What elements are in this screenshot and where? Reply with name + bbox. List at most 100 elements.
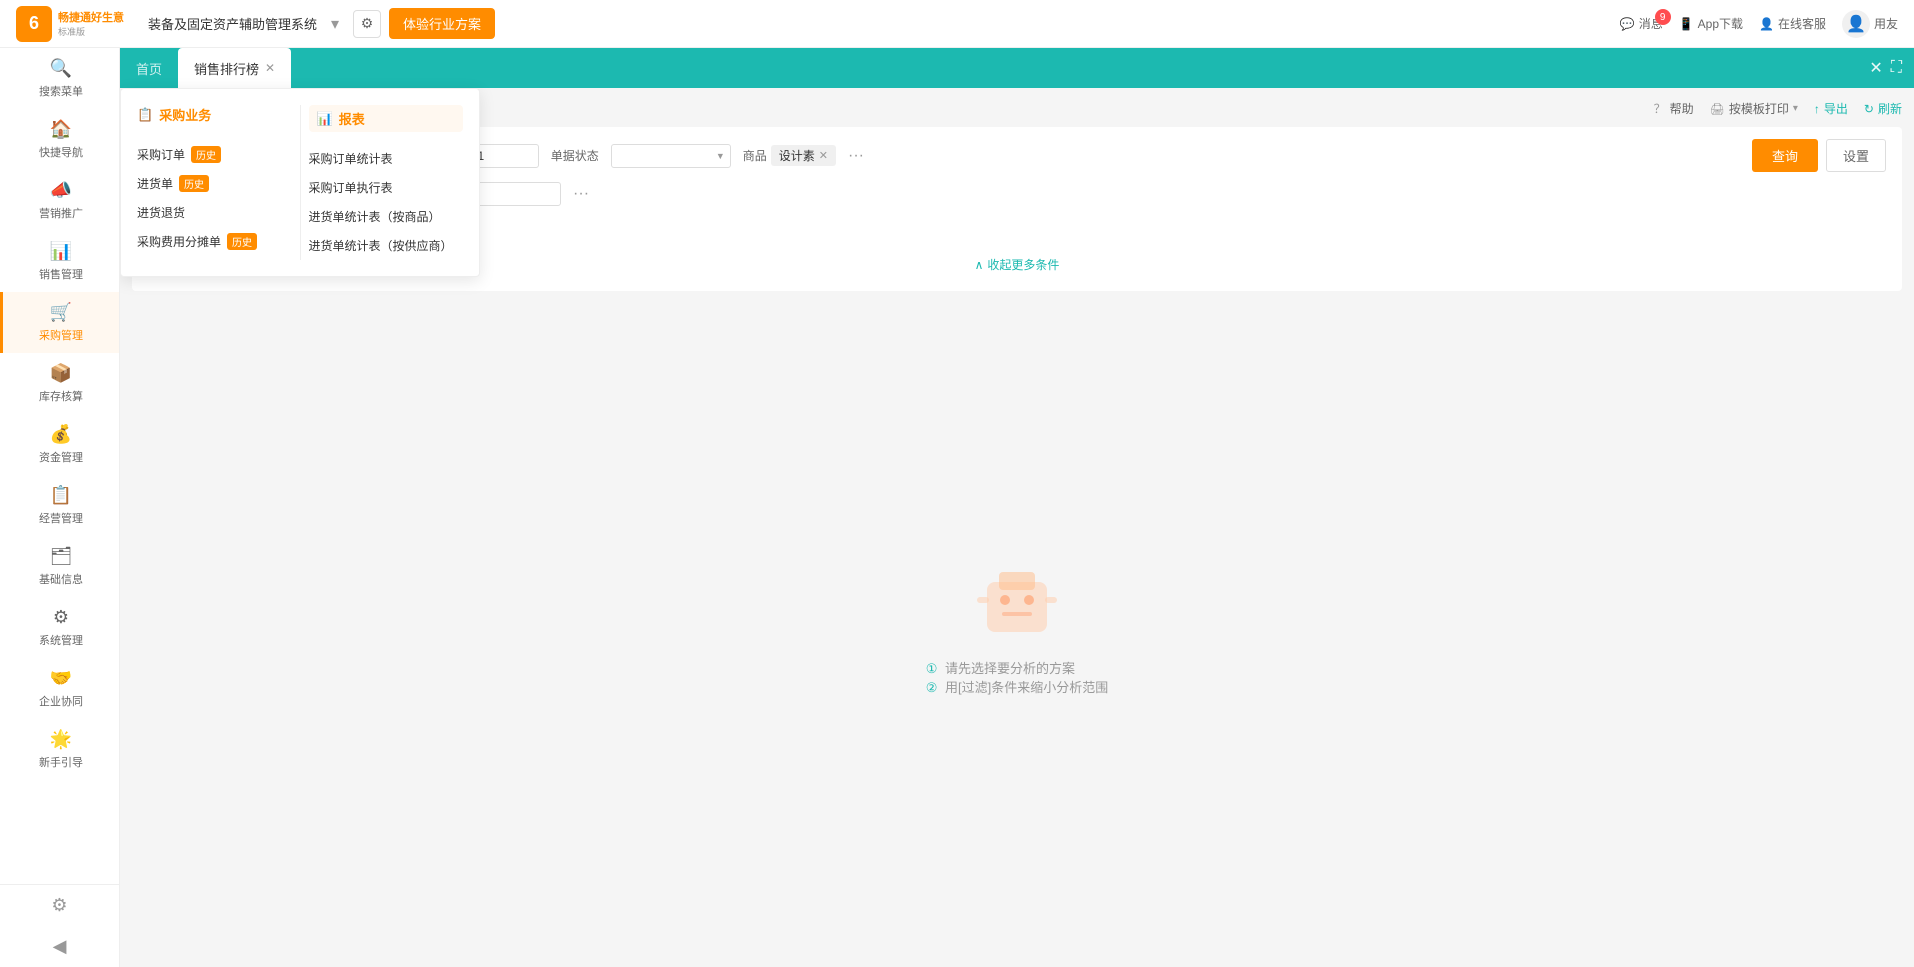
settings-icon-btn[interactable]: ⚙ [353,10,381,38]
basic-icon: 🗂 [50,546,73,567]
sidebar-label-newguide: 新手引导 [39,754,83,770]
sidebar-item-capital[interactable]: 💰 资金管理 [0,414,119,475]
export-icon: ↑ [1814,102,1820,116]
dropdown-item-return[interactable]: 进货退货 [137,198,292,227]
help-btn[interactable]: ？ 帮助 [1654,100,1694,117]
tab-home-label: 首页 [136,59,162,78]
goods-filter-area: 商品 设计素 ✕ [743,145,836,166]
sidebar-label-basic: 基础信息 [39,571,83,587]
home-icon: 🏠 [50,119,72,140]
tab-close-all-btn[interactable]: ✕ [1869,58,1882,78]
print-btn[interactable]: 🖨 按模板打印 ▾ [1710,100,1798,117]
purchase-biz-icon: 📋 [137,107,153,123]
expense-label: 采购费用分摊单 [137,233,221,250]
print-dropdown-icon: ▾ [1793,103,1798,114]
tab-close-icon[interactable]: ✕ [265,61,275,75]
system-title-area: 装备及固定资产辅助管理系统 ▾ ⚙ 体验行业方案 [148,8,1608,39]
empty-hints: ① 请先选择要分析的方案 ② 用[过滤]条件来缩小分析范围 [926,658,1109,696]
logo-icon: 6 [16,6,52,42]
report-label: 报表 [339,109,365,128]
export-btn[interactable]: ↑ 导出 [1814,100,1848,117]
search-icon: 🔍 [50,58,72,79]
sidebar-bottom: ⚙ ◀ [0,884,119,967]
dropdown-divider [300,105,301,260]
collapse-icon: ∧ [975,258,984,272]
tab-home[interactable]: 首页 [120,48,178,88]
dropdown-item-po-detail[interactable]: 采购订单执行表 [309,173,464,202]
logo-text: 畅捷通好生意 标准版 [58,9,124,38]
sidebar-item-system[interactable]: ⚙ 系统管理 [0,597,119,658]
row2-dots[interactable]: ··· [573,185,589,203]
sidebar-item-basic[interactable]: 🗂 基础信息 [0,536,119,597]
sidebar-label-operations: 经营管理 [39,510,83,526]
tab-bar-right: ✕ ⛶ [1869,58,1914,78]
system-dropdown-btn[interactable]: ▾ [325,14,345,34]
marketing-icon: 📣 [50,180,72,201]
sidebar-settings-btn[interactable]: ⚙ [0,885,119,926]
sidebar-item-sales[interactable]: 📊 销售管理 [0,231,119,292]
dropdown-col-report: 📊 报表 采购订单统计表 采购订单执行表 进货单统计表（按商品） 进货单统计表（… [309,105,464,260]
sidebar-item-inventory[interactable]: 📦 库存核算 [0,353,119,414]
content-area: 首页 销售排行榜 ✕ ✕ ⛶ ？ 帮助 🖨 [120,48,1914,967]
status-label: 单据状态 [551,147,599,164]
empty-robot-svg [967,562,1067,642]
settings-small-button[interactable]: 设置 [1826,139,1886,172]
header-right: 💬 消息 9 📱 App下载 👤 在线客服 👤 用友 [1620,10,1898,38]
sidebar-label-purchase: 采购管理 [39,327,83,343]
messages-btn[interactable]: 💬 消息 9 [1620,15,1663,32]
tab-sales-rank[interactable]: 销售排行榜 ✕ [178,48,291,88]
sidebar-label-inventory: 库存核算 [39,388,83,404]
expense-history-tag: 历史 [227,233,257,250]
sales-icon: 📊 [50,241,72,262]
refresh-btn[interactable]: ↻ 刷新 [1864,100,1902,117]
sidebar-item-operations[interactable]: 📋 经营管理 [0,475,119,536]
goods-tag-remove[interactable]: ✕ [819,149,828,162]
po-history-tag: 历史 [191,146,221,163]
sidebar-item-search[interactable]: 🔍 搜索菜单 [0,48,119,109]
action-btns: 查询 设置 [1752,139,1886,172]
status-select-wrap[interactable] [611,144,731,168]
dropdown-col-purchase-title: 📋 采购业务 [137,105,292,128]
goods-tag: 设计素 ✕ [771,145,836,166]
receive-supplier-label: 进货单统计表（按供应商） [309,237,453,254]
po-detail-label: 采购订单执行表 [309,179,393,196]
dropdown-item-po[interactable]: 采购订单 历史 [137,140,292,169]
purchase-icon: 🛒 [50,302,72,323]
row1-dots[interactable]: ··· [848,147,864,165]
phone-icon: 📱 [1679,17,1694,31]
refresh-icon: ↻ [1864,102,1874,116]
sidebar-item-newguide[interactable]: 🌟 新手引导 [0,719,119,780]
return-label: 进货退货 [137,204,185,221]
dropdown-item-expense[interactable]: 采购费用分摊单 历史 [137,227,292,256]
trial-button[interactable]: 体验行业方案 [389,8,495,39]
sidebar-collapse-btn[interactable]: ◀ [0,926,119,967]
sidebar-label-capital: 资金管理 [39,449,83,465]
sidebar-label-search: 搜索菜单 [39,83,83,99]
sidebar-item-cooperation[interactable]: 🤝 企业协同 [0,658,119,719]
dropdown-col-report-title: 📊 报表 [309,105,464,132]
dropdown-item-receive-supplier[interactable]: 进货单统计表（按供应商） [309,231,464,260]
status-select[interactable] [611,144,731,168]
logo-area: 6 畅捷通好生意 标准版 [16,6,136,42]
receiving-label: 进货单 [137,175,173,192]
po-label: 采购订单 [137,146,185,163]
dropdown-item-po-stat[interactable]: 采购订单统计表 [309,144,464,173]
dropdown-item-receiving[interactable]: 进货单 历史 [137,169,292,198]
newguide-icon: 🌟 [50,729,72,750]
purchase-biz-label: 采购业务 [159,105,211,124]
search-button[interactable]: 查询 [1752,139,1818,172]
empty-hint-2: ② 用[过滤]条件来缩小分析范围 [926,677,1109,696]
online-service-btn[interactable]: 👤 在线客服 [1759,15,1826,32]
app-download-btn[interactable]: 📱 App下载 [1679,15,1743,32]
sidebar-item-quicknav[interactable]: 🏠 快捷导航 [0,109,119,170]
service-icon: 👤 [1759,17,1774,31]
sidebar-item-marketing[interactable]: 📣 营销推广 [0,170,119,231]
tab-expand-btn[interactable]: ⛶ [1891,59,1902,77]
sidebar-item-purchase[interactable]: 🛒 采购管理 [0,292,119,353]
inventory-icon: 📦 [50,363,72,384]
dropdown-item-receive-stat[interactable]: 进货单统计表（按商品） [309,202,464,231]
system-icon: ⚙ [53,607,69,628]
tab-sales-rank-label: 销售排行榜 [194,59,259,78]
po-stat-label: 采购订单统计表 [309,150,393,167]
user-menu-btn[interactable]: 👤 用友 [1842,10,1898,38]
